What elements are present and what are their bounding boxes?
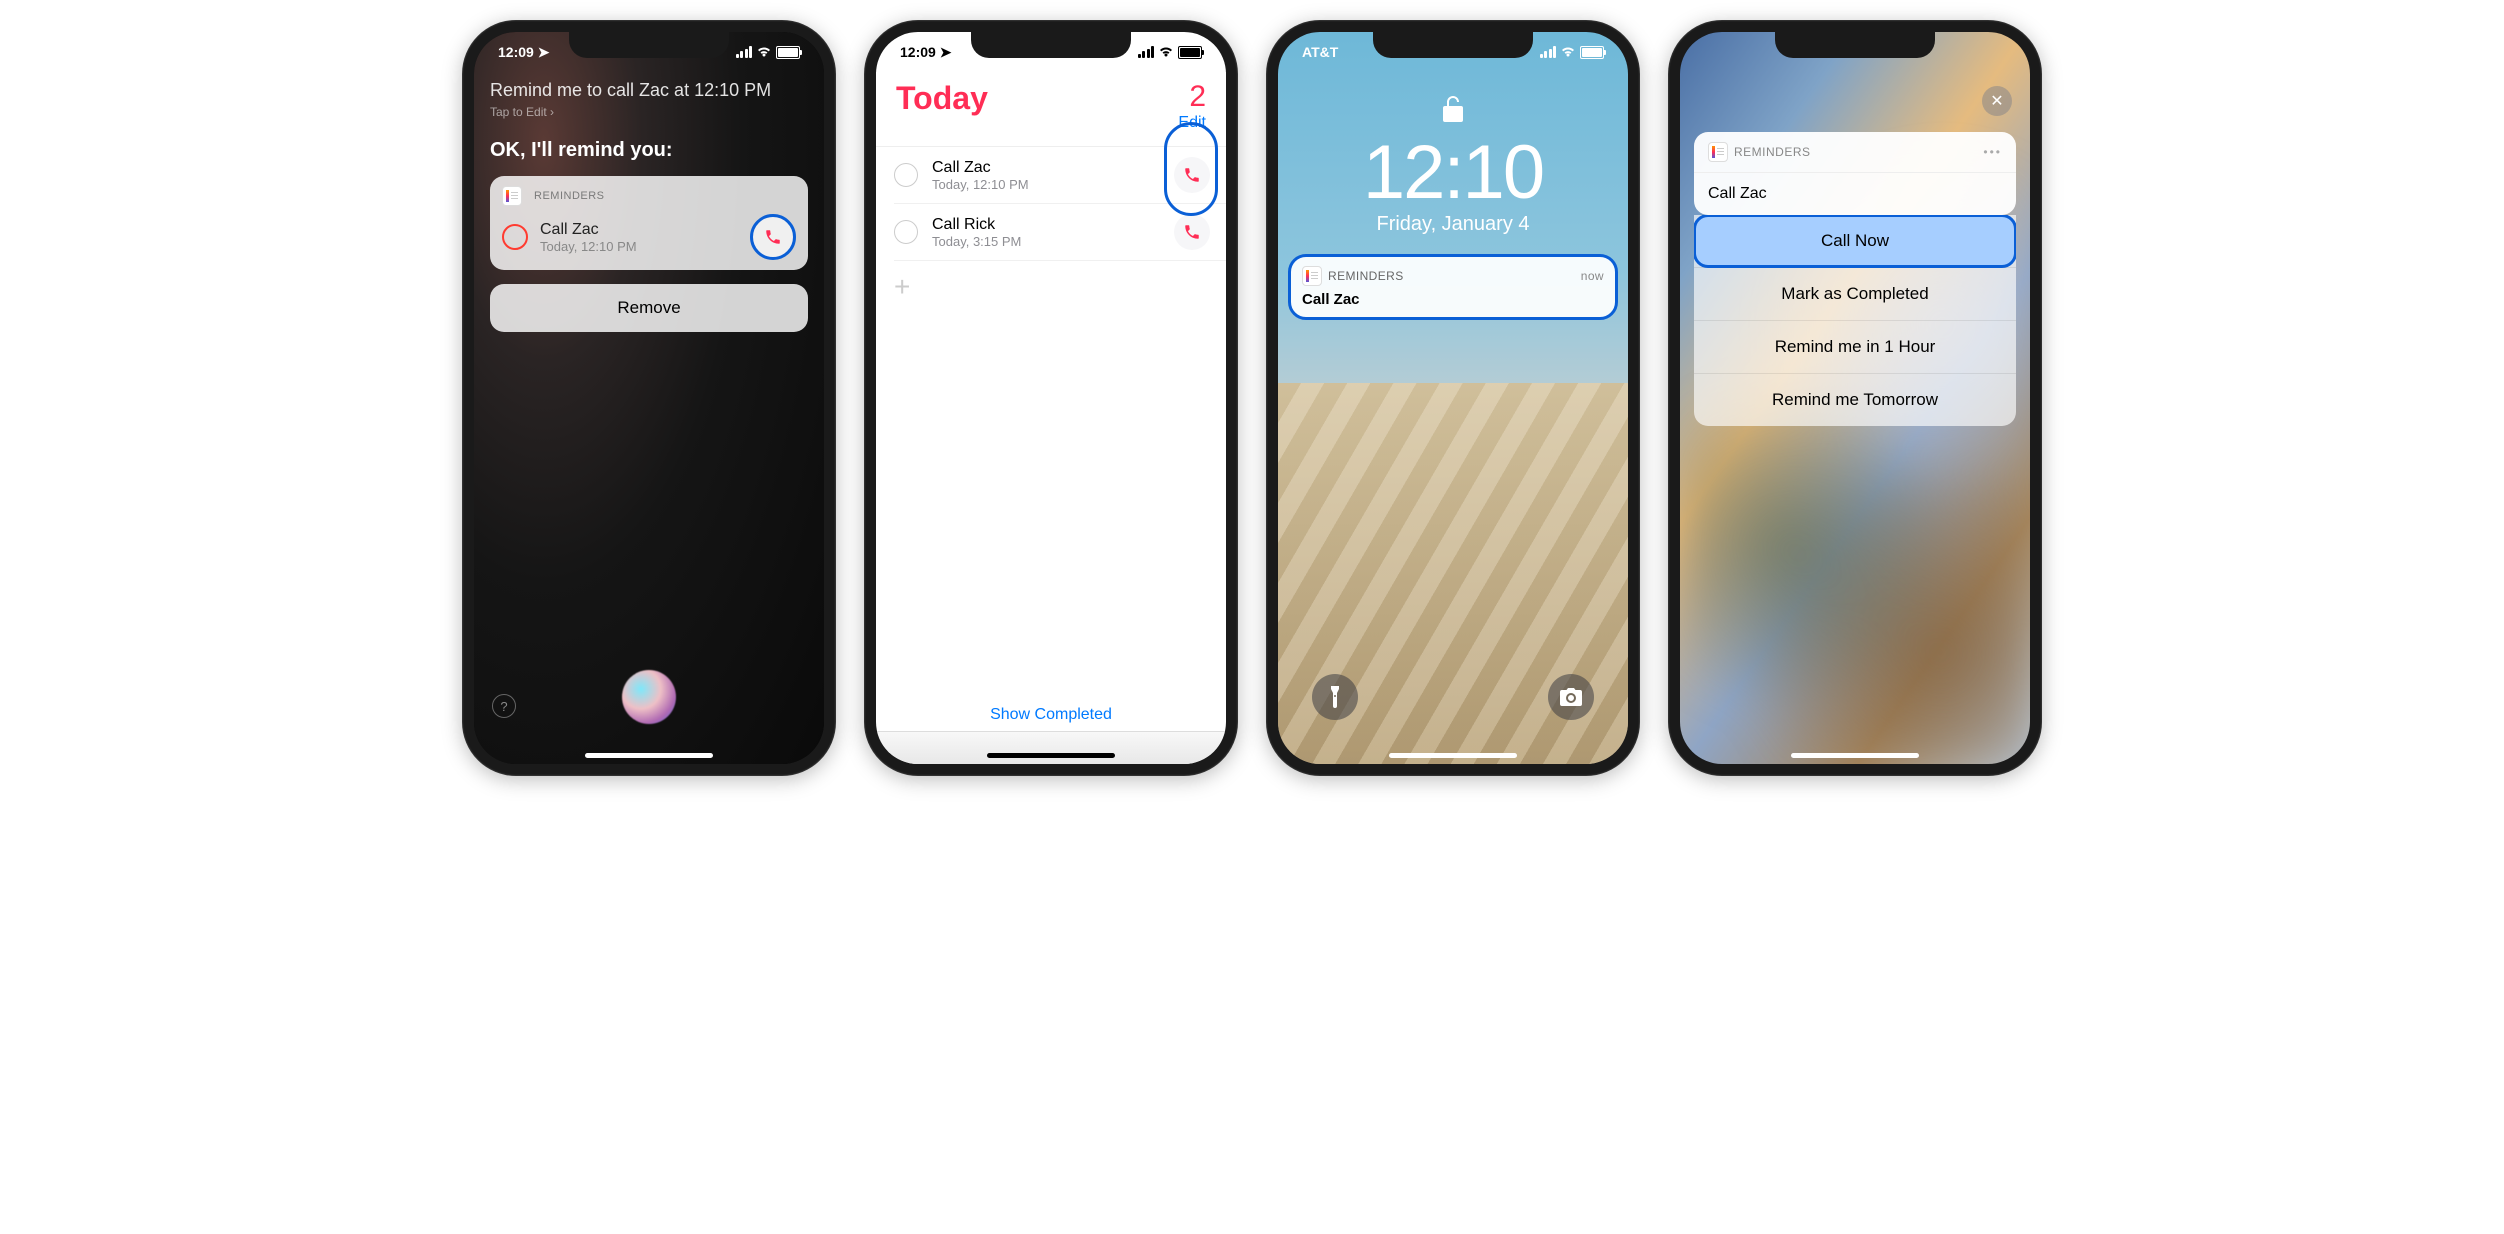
reminder-preview-card[interactable]: REMINDERS Call Zac Today, 12:10 PM [490, 176, 808, 270]
reminder-time: Today, 12:10 PM [540, 239, 750, 254]
add-reminder-button[interactable]: + [894, 271, 1208, 303]
status-time: 12:09 [498, 44, 534, 60]
app-name-label: REMINDERS [1734, 145, 1811, 159]
reminders-app-icon [1708, 142, 1728, 162]
lock-clock: 12:10 [1278, 135, 1628, 211]
chevron-right-icon: › [550, 105, 554, 119]
reminder-title: Call Zac [932, 159, 1174, 177]
reminder-time: Today, 3:15 PM [932, 234, 1174, 249]
reminder-count: 2 [1178, 80, 1206, 114]
carrier-label: AT&T [1302, 44, 1338, 60]
phone-actions: ✕ REMINDERS ••• Call Zac Call Now Mark a… [1668, 20, 2042, 776]
phone-siri: 12:09 ➤ Remind me to call Zac at 12:10 P… [462, 20, 836, 776]
siri-query-text[interactable]: Remind me to call Zac at 12:10 PM [490, 80, 808, 101]
close-icon: ✕ [1990, 91, 2003, 111]
action-call-now[interactable]: Call Now [1694, 215, 2016, 267]
reminders-app-icon [502, 186, 522, 206]
reminder-title: Call Zac [540, 221, 750, 239]
reminder-checkbox[interactable] [894, 163, 918, 187]
list-item[interactable]: Call Rick Today, 3:15 PM [894, 204, 1226, 261]
action-mark-completed[interactable]: Mark as Completed [1694, 267, 2016, 320]
reminder-time: Today, 12:10 PM [932, 177, 1174, 192]
remove-button[interactable]: Remove [490, 284, 808, 332]
reminder-checkbox[interactable] [502, 224, 528, 250]
battery-icon [1178, 46, 1202, 59]
siri-orb-icon[interactable] [622, 670, 676, 724]
call-action-button[interactable] [1174, 214, 1210, 250]
notification-time: now [1581, 269, 1604, 283]
unlock-icon [1278, 94, 1628, 131]
lock-date: Friday, January 4 [1278, 213, 1628, 236]
tap-to-edit-hint[interactable]: Tap to Edit › [490, 105, 808, 119]
flashlight-icon [1326, 686, 1344, 708]
home-indicator[interactable] [1791, 753, 1919, 758]
home-indicator[interactable] [585, 753, 713, 758]
siri-response-text: OK, I'll remind you: [490, 139, 808, 162]
reminder-checkbox[interactable] [894, 220, 918, 244]
notification-card[interactable]: REMINDERS now Call Zac [1290, 256, 1616, 318]
close-button[interactable]: ✕ [1982, 86, 2012, 116]
cellular-icon [1138, 46, 1155, 58]
notification-title: Call Zac [1694, 173, 2016, 215]
wifi-icon [1560, 46, 1576, 58]
phone-icon [1183, 223, 1201, 241]
wifi-icon [756, 46, 772, 58]
cellular-icon [736, 46, 753, 58]
home-indicator[interactable] [987, 753, 1115, 758]
battery-icon [1580, 46, 1604, 59]
action-remind-1-hour[interactable]: Remind me in 1 Hour [1694, 320, 2016, 373]
app-switcher-bar[interactable] [876, 731, 1226, 764]
more-button[interactable]: ••• [1983, 145, 2002, 159]
wifi-icon [1158, 46, 1174, 58]
app-name-label: REMINDERS [534, 190, 605, 202]
siri-help-button[interactable]: ? [492, 694, 516, 718]
reminder-title: Call Rick [932, 216, 1174, 234]
phone-lockscreen: AT&T 12:10 Friday, January 4 REMINDERS n… [1266, 20, 1640, 776]
cellular-icon [1540, 46, 1557, 58]
notification-detail-card: REMINDERS ••• Call Zac [1694, 132, 2016, 215]
reminders-app-icon [1302, 266, 1322, 286]
notification-title: Call Zac [1302, 291, 1604, 308]
home-indicator[interactable] [1389, 753, 1517, 758]
phone-reminders: 12:09 ➤ Today 2 Edit [864, 20, 1238, 776]
status-time: 12:09 [900, 44, 936, 60]
show-completed-button[interactable]: Show Completed [876, 706, 1226, 724]
call-action-button[interactable] [750, 214, 796, 260]
flashlight-button[interactable] [1312, 674, 1358, 720]
action-remind-tomorrow[interactable]: Remind me Tomorrow [1694, 373, 2016, 426]
app-name-label: REMINDERS [1328, 269, 1404, 283]
camera-icon [1560, 688, 1582, 706]
location-icon: ➤ [940, 44, 952, 60]
highlight-ring [1164, 122, 1218, 216]
camera-button[interactable] [1548, 674, 1594, 720]
location-icon: ➤ [538, 44, 550, 60]
screen-title: Today [896, 80, 988, 132]
battery-icon [776, 46, 800, 59]
phone-icon [764, 228, 782, 246]
